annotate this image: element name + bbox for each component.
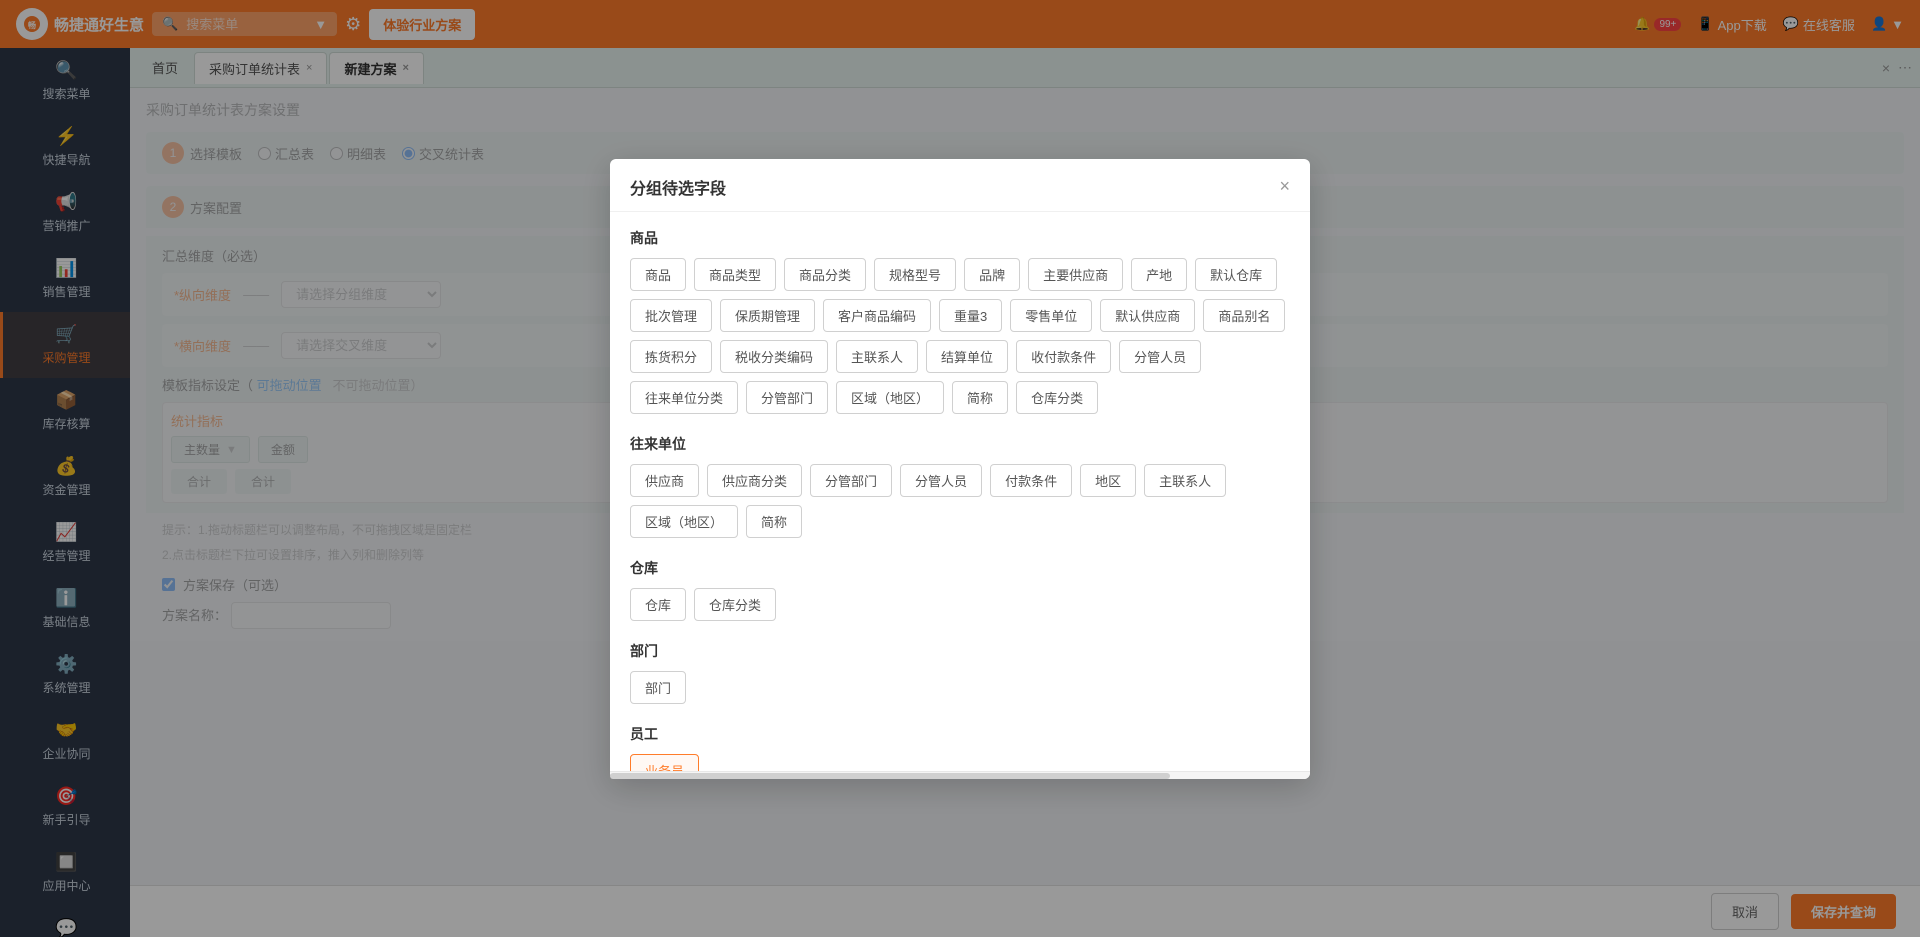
field-group-partner: 往来单位 供应商 供应商分类 分管部门 分管人员 付款条件 地区 主联系人 区域… <box>630 434 1290 538</box>
modal-hscroll-thumb <box>610 773 1170 779</box>
field-tag[interactable]: 部门 <box>630 671 686 704</box>
field-tags-goods: 商品 商品类型 商品分类 规格型号 品牌 主要供应商 产地 默认仓库 批次管理 … <box>630 258 1290 414</box>
field-tag[interactable]: 供应商 <box>630 464 699 497</box>
field-tags-partner: 供应商 供应商分类 分管部门 分管人员 付款条件 地区 主联系人 区域（地区） … <box>630 464 1290 538</box>
field-group-department: 部门 部门 <box>630 641 1290 704</box>
field-tag[interactable]: 客户商品编码 <box>823 299 931 332</box>
field-tag[interactable]: 区域（地区） <box>630 505 738 538</box>
field-tag[interactable]: 付款条件 <box>990 464 1072 497</box>
field-tag[interactable]: 分管部门 <box>746 381 828 414</box>
field-tag[interactable]: 商品别名 <box>1203 299 1285 332</box>
field-tag[interactable]: 默认仓库 <box>1195 258 1277 291</box>
field-tag[interactable]: 保质期管理 <box>720 299 815 332</box>
modal: 分组待选字段 × 商品 商品 商品类型 商品分类 规格型号 品牌 主要供应商 产… <box>610 159 1310 779</box>
modal-body: 商品 商品 商品类型 商品分类 规格型号 品牌 主要供应商 产地 默认仓库 批次… <box>610 212 1310 771</box>
field-tags-department: 部门 <box>630 671 1290 704</box>
field-group-warehouse-title: 仓库 <box>630 558 1290 578</box>
field-group-goods: 商品 商品 商品类型 商品分类 规格型号 品牌 主要供应商 产地 默认仓库 批次… <box>630 228 1290 414</box>
modal-title: 分组待选字段 <box>630 175 726 199</box>
field-tag[interactable]: 主要供应商 <box>1028 258 1123 291</box>
field-tag[interactable]: 区域（地区） <box>836 381 944 414</box>
field-tag[interactable]: 收付款条件 <box>1016 340 1111 373</box>
field-tag[interactable]: 规格型号 <box>874 258 956 291</box>
field-tag[interactable]: 默认供应商 <box>1100 299 1195 332</box>
modal-overlay: 分组待选字段 × 商品 商品 商品类型 商品分类 规格型号 品牌 主要供应商 产… <box>0 0 1920 937</box>
field-tag[interactable]: 分管部门 <box>810 464 892 497</box>
field-tag[interactable]: 仓库分类 <box>694 588 776 621</box>
field-tag[interactable]: 重量3 <box>939 299 1002 332</box>
field-tag[interactable]: 简称 <box>952 381 1008 414</box>
modal-close-button[interactable]: × <box>1279 176 1290 197</box>
field-tag[interactable]: 分管人员 <box>900 464 982 497</box>
field-group-department-title: 部门 <box>630 641 1290 661</box>
field-group-goods-title: 商品 <box>630 228 1290 248</box>
field-group-warehouse: 仓库 仓库 仓库分类 <box>630 558 1290 621</box>
field-tag[interactable]: 商品分类 <box>784 258 866 291</box>
field-tag[interactable]: 拣货积分 <box>630 340 712 373</box>
field-tag[interactable]: 批次管理 <box>630 299 712 332</box>
field-tag[interactable]: 仓库 <box>630 588 686 621</box>
field-tag[interactable]: 分管人员 <box>1119 340 1201 373</box>
field-tags-employee: 业务员 <box>630 754 1290 771</box>
field-tag[interactable]: 品牌 <box>964 258 1020 291</box>
field-tag[interactable]: 仓库分类 <box>1016 381 1098 414</box>
field-tag-employee[interactable]: 业务员 <box>630 754 699 771</box>
field-tag[interactable]: 地区 <box>1080 464 1136 497</box>
modal-hscroll[interactable] <box>610 771 1310 779</box>
field-tag[interactable]: 商品 <box>630 258 686 291</box>
field-group-employee: 员工 业务员 <box>630 724 1290 771</box>
field-tag[interactable]: 零售单位 <box>1010 299 1092 332</box>
field-tag[interactable]: 主联系人 <box>1144 464 1226 497</box>
field-group-employee-title: 员工 <box>630 724 1290 744</box>
field-tag[interactable]: 供应商分类 <box>707 464 802 497</box>
field-tag[interactable]: 简称 <box>746 505 802 538</box>
field-tag[interactable]: 往来单位分类 <box>630 381 738 414</box>
field-tag[interactable]: 产地 <box>1131 258 1187 291</box>
field-tag[interactable]: 税收分类编码 <box>720 340 828 373</box>
field-tag[interactable]: 商品类型 <box>694 258 776 291</box>
modal-header: 分组待选字段 × <box>610 159 1310 212</box>
field-tag[interactable]: 主联系人 <box>836 340 918 373</box>
field-group-partner-title: 往来单位 <box>630 434 1290 454</box>
field-tag[interactable]: 结算单位 <box>926 340 1008 373</box>
field-tags-warehouse: 仓库 仓库分类 <box>630 588 1290 621</box>
